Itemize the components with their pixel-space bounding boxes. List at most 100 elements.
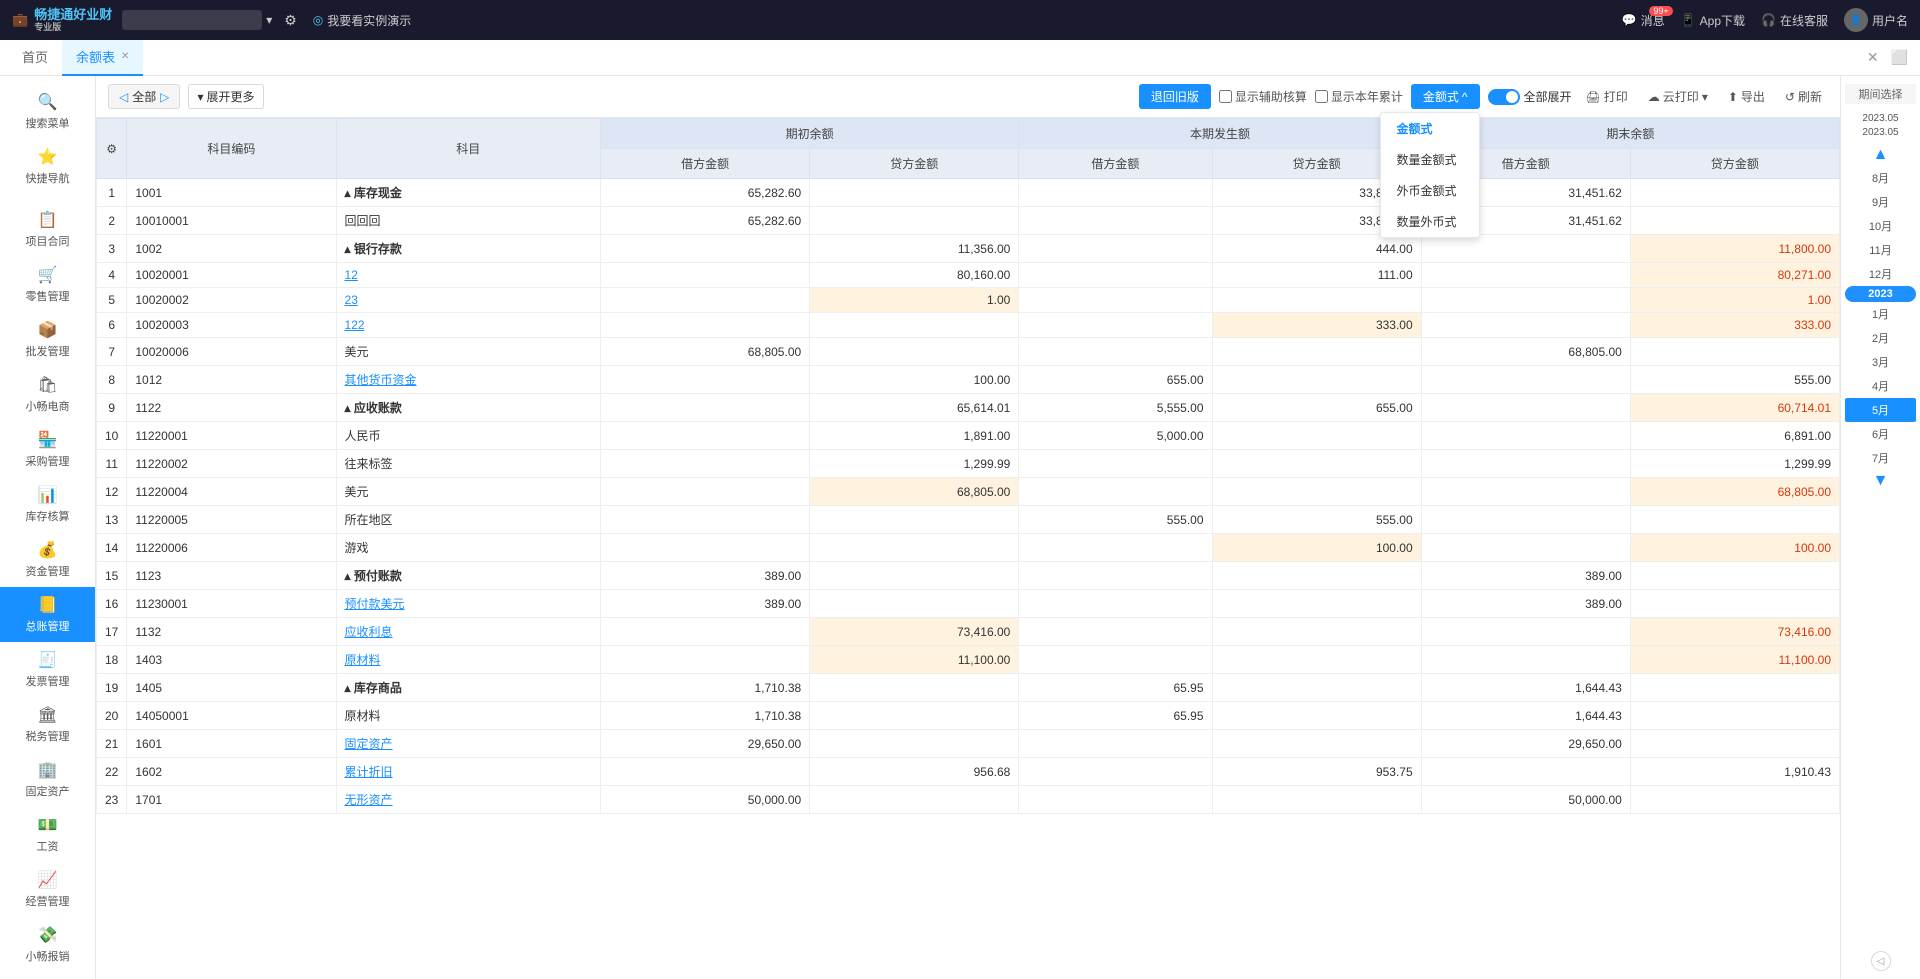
dropdown-item-qty-foreign[interactable]: 数量外币式: [1381, 206, 1479, 237]
month-7[interactable]: 7月: [1845, 446, 1916, 470]
sidebar-item-purchase[interactable]: 🏪 采购管理: [0, 422, 95, 477]
right-panel: 期间选择 2023.05 2023.05 ▲ 8月 9月 10月 11月 12月…: [1840, 76, 1920, 979]
toolbar: ◁ 全部 ▷ ▾ 展开更多 退回旧版 显示辅助核算 显示本年累计: [96, 76, 1840, 118]
month-5[interactable]: 5月: [1845, 398, 1916, 422]
row-code: 11220002: [127, 450, 336, 478]
all-filter-btn[interactable]: ◁ 全部 ▷: [108, 84, 180, 109]
sidebar-item-business[interactable]: 📈 经营管理: [0, 862, 95, 917]
sidebar-item-search[interactable]: 🔍 搜索菜单: [0, 84, 95, 139]
helper-checkbox-input[interactable]: [1219, 90, 1232, 103]
settings-col-icon[interactable]: ⚙: [106, 142, 117, 156]
search-menu-icon: 🔍: [38, 92, 58, 112]
prev-year-btn[interactable]: ▲: [1871, 144, 1891, 166]
expand-all-toggle[interactable]: 全部展开: [1488, 88, 1572, 105]
app-download-icon: 📱: [1681, 13, 1696, 27]
row-subject: 原材料: [336, 702, 601, 730]
table-cell: [1019, 646, 1212, 674]
month-2[interactable]: 2月: [1845, 326, 1916, 350]
tab-close-icon[interactable]: ✕: [121, 51, 129, 62]
row-no: 14: [97, 534, 127, 562]
year-2023-label[interactable]: 2023: [1845, 286, 1916, 302]
show-helper-checkbox[interactable]: 显示辅助核算: [1219, 88, 1307, 105]
month-12[interactable]: 12月: [1845, 262, 1916, 286]
row-no: 2: [97, 207, 127, 235]
sidebar-item-capital[interactable]: 💰 资金管理: [0, 532, 95, 587]
amount-mode-btn[interactable]: 金额式 ^: [1411, 84, 1480, 109]
month-6[interactable]: 6月: [1845, 422, 1916, 446]
year-checkbox-input[interactable]: [1315, 90, 1328, 103]
sidebar-item-basic[interactable]: ℹ 基础信息: [0, 972, 95, 979]
table-cell: 1.00: [1630, 288, 1839, 313]
row-code: 1122: [127, 394, 336, 422]
month-11[interactable]: 11月: [1845, 238, 1916, 262]
app-download-btn[interactable]: 📱 App下载: [1681, 12, 1745, 29]
purchase-icon: 🏪: [38, 430, 58, 450]
demo-link[interactable]: ◎ 我要看实例演示: [313, 12, 412, 29]
sidebar-item-invoice[interactable]: 🧾 发票管理: [0, 642, 95, 697]
row-code: 11220004: [127, 478, 336, 506]
collapse-panel-btn[interactable]: ◁: [1871, 951, 1891, 971]
month-9[interactable]: 9月: [1845, 190, 1916, 214]
month-8[interactable]: 8月: [1845, 166, 1916, 190]
table-cell: 655.00: [1019, 366, 1212, 394]
table-cell: [1019, 338, 1212, 366]
sidebar-item-retail[interactable]: 🛒 零售管理: [0, 257, 95, 312]
ecommerce-icon: 🛍: [37, 375, 57, 395]
user-avatar[interactable]: 👤 用户名: [1844, 8, 1908, 32]
expand-more-btn[interactable]: ▾ 展开更多: [188, 84, 263, 109]
month-4[interactable]: 4月: [1845, 374, 1916, 398]
export-btn[interactable]: ⬆ 导出: [1722, 85, 1771, 108]
sidebar-item-wholesale[interactable]: 📦 批发管理: [0, 312, 95, 367]
row-subject: 美元: [336, 478, 601, 506]
sidebar-item-ecommerce[interactable]: 🛍 小畅电商: [0, 367, 95, 422]
table-cell: 956.68: [810, 758, 1019, 786]
table-cell: [601, 394, 810, 422]
toggle-switch[interactable]: [1488, 89, 1520, 105]
month-3[interactable]: 3月: [1845, 350, 1916, 374]
table-cell: [601, 478, 810, 506]
settings-icon[interactable]: ⚙: [284, 12, 297, 29]
search-input[interactable]: [122, 10, 262, 30]
tab-balance[interactable]: 余额表 ✕: [62, 40, 143, 76]
cloud-print-btn[interactable]: ☁ 云打印 ▾: [1642, 85, 1714, 108]
print-btn[interactable]: 🖨 打印: [1580, 85, 1634, 108]
dropdown-item-foreign-amount[interactable]: 外币金额式: [1381, 175, 1479, 206]
return-old-version-btn[interactable]: 退回旧版: [1139, 84, 1211, 109]
logo-icon: 💼: [12, 12, 28, 28]
table-cell: 11,356.00: [810, 235, 1019, 263]
top-bar-right: 💬 消息 99+ 📱 App下载 🎧 在线客服 👤 用户名: [1622, 8, 1908, 32]
dropdown-item-amount[interactable]: 金额式: [1381, 113, 1479, 144]
row-no: 9: [97, 394, 127, 422]
dropdown-item-qty-amount[interactable]: 数量金额式: [1381, 144, 1479, 175]
sidebar-item-project[interactable]: 📋 项目合同: [0, 202, 95, 257]
table-cell: [601, 618, 810, 646]
row-subject: ▴ 库存商品: [336, 674, 601, 702]
refresh-btn[interactable]: ↺ 刷新: [1779, 85, 1828, 108]
sidebar-item-inventory[interactable]: 📊 库存核算: [0, 477, 95, 532]
table-cell: [1421, 235, 1630, 263]
col-code-header: 科目编码: [127, 119, 336, 179]
online-service-btn[interactable]: 🎧 在线客服: [1761, 12, 1828, 29]
sidebar-item-quicknav[interactable]: ⭐ 快捷导航: [0, 139, 95, 194]
show-year-checkbox[interactable]: 显示本年累计: [1315, 88, 1403, 105]
table-cell: 68,805.00: [1630, 478, 1839, 506]
row-no: 1: [97, 179, 127, 207]
maximize-tab-btn[interactable]: ⬜: [1887, 47, 1912, 68]
table-cell: [1630, 674, 1839, 702]
sidebar-item-general-ledger[interactable]: 📒 总账管理: [0, 587, 95, 642]
row-code: 11230001: [127, 590, 336, 618]
month-10[interactable]: 10月: [1845, 214, 1916, 238]
sidebar-item-tax[interactable]: 🏛 税务管理: [0, 697, 95, 752]
month-1[interactable]: 1月: [1845, 302, 1916, 326]
sidebar-item-sales[interactable]: 💸 小畅报销: [0, 917, 95, 972]
next-year-btn[interactable]: ▼: [1871, 470, 1891, 492]
close-tab-btn[interactable]: ✕: [1863, 47, 1883, 68]
message-btn[interactable]: 💬 消息 99+: [1622, 12, 1665, 29]
sidebar-item-assets[interactable]: 🏢 固定资产: [0, 752, 95, 807]
search-dropdown-icon[interactable]: ▾: [266, 13, 272, 27]
table-cell: [1630, 786, 1839, 814]
row-subject: 无形资产: [336, 786, 601, 814]
row-subject: 原材料: [336, 646, 601, 674]
sidebar-item-salary[interactable]: 💵 工资: [0, 807, 95, 862]
tab-home[interactable]: 首页: [8, 40, 62, 76]
